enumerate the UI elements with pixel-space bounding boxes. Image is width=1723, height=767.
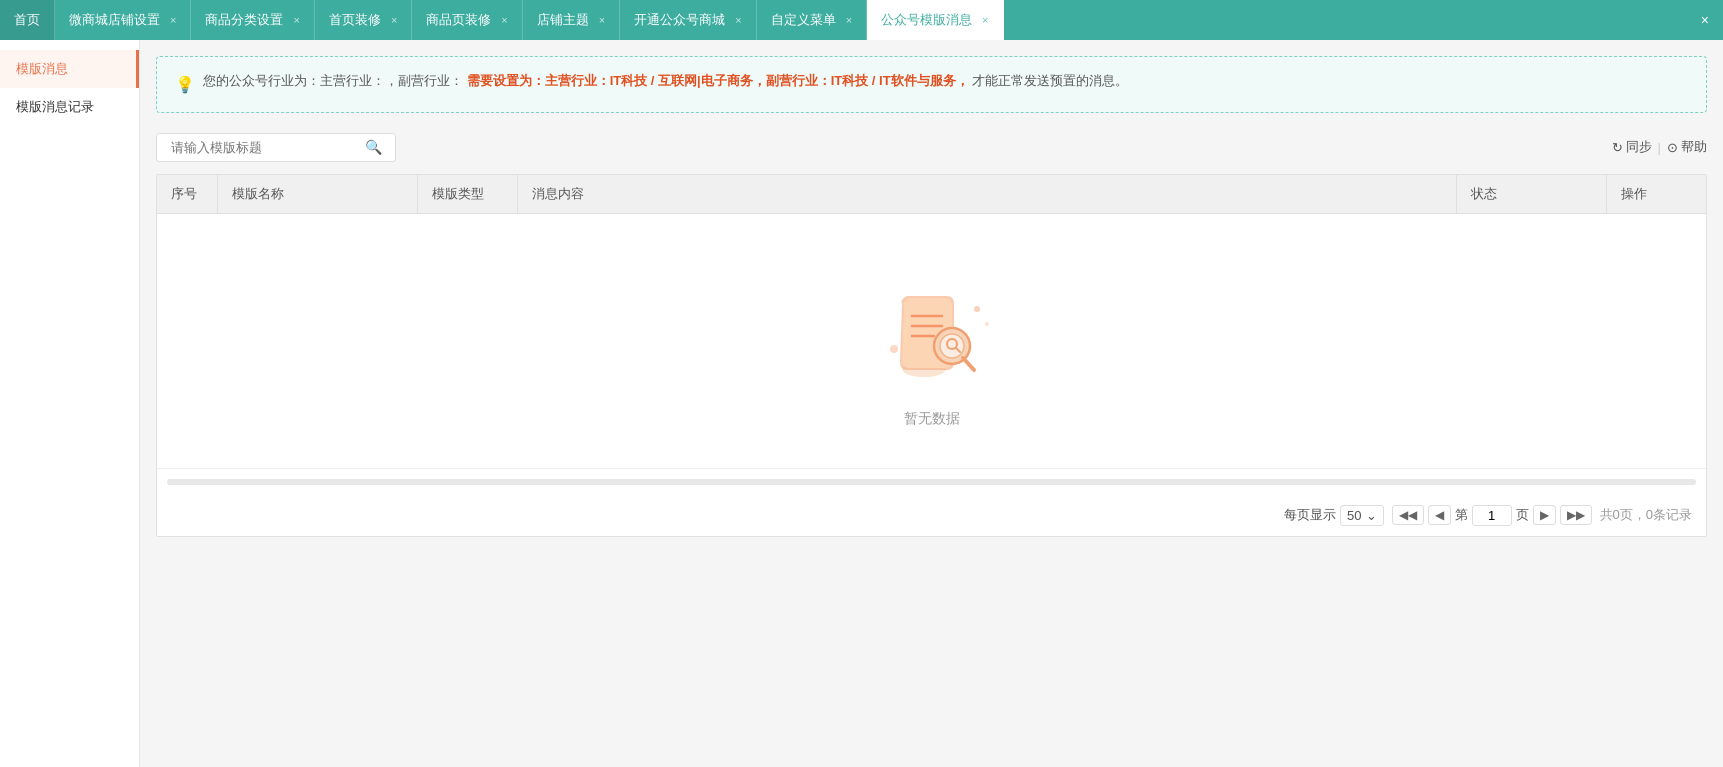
col-header-type: 模版类型 <box>417 175 517 214</box>
sidebar-item-template-msg[interactable]: 模版消息 <box>0 50 139 88</box>
page-next-button[interactable]: ▶ <box>1533 505 1556 525</box>
search-row: 🔍 ↻ 同步 | ⊙ 帮助 <box>156 133 1707 162</box>
col-header-status: 状态 <box>1456 175 1606 214</box>
help-button[interactable]: ⊙ 帮助 <box>1667 138 1707 156</box>
empty-text: 暂无数据 <box>904 410 960 428</box>
content-area: 💡 您的公众号行业为：主营行业：，副营行业： 需要设置为：主营行业：IT科技 /… <box>140 40 1723 767</box>
nav-tab-shop-theme[interactable]: 店铺主题 × <box>523 0 620 40</box>
col-header-name: 模版名称 <box>217 175 417 214</box>
page-total: 共0页，0条记录 <box>1600 506 1692 524</box>
nav-tab-shop-settings[interactable]: 微商城店铺设置 × <box>55 0 191 40</box>
page-number-input[interactable] <box>1472 505 1512 526</box>
data-table-wrapper: 序号 模版名称 模版类型 消息内容 状态 <box>156 174 1707 537</box>
col-header-action: 操作 <box>1606 175 1706 214</box>
col-header-content: 消息内容 <box>517 175 1456 214</box>
nav-tab-custom-menu[interactable]: 自定义菜单 × <box>757 0 867 40</box>
empty-illustration <box>872 274 992 394</box>
nav-tab-home-decor[interactable]: 首页装修 × <box>315 0 412 40</box>
close-tab-wechat-shop[interactable]: × <box>735 14 741 26</box>
actions-divider: | <box>1658 140 1661 155</box>
svg-point-10 <box>985 322 989 326</box>
notice-icon: 💡 <box>175 72 195 98</box>
close-tab-shop-theme[interactable]: × <box>599 14 605 26</box>
close-tab-template-msg[interactable]: × <box>982 14 988 26</box>
page-size-dropdown[interactable]: 50 ⌄ <box>1340 505 1383 526</box>
page-last-button[interactable]: ▶▶ <box>1560 505 1592 525</box>
close-tab-product-decor[interactable]: × <box>501 14 507 26</box>
dropdown-chevron-icon: ⌄ <box>1366 508 1377 523</box>
empty-state: 暂无数据 <box>157 214 1706 468</box>
svg-line-6 <box>963 358 974 370</box>
svg-point-9 <box>974 306 980 312</box>
page-prev-button[interactable]: ◀ <box>1428 505 1451 525</box>
notice-text: 您的公众号行业为：主营行业：，副营行业： 需要设置为：主营行业：IT科技 / 互… <box>203 71 1128 92</box>
search-input-wrap: 🔍 <box>156 133 396 162</box>
col-header-index: 序号 <box>157 175 217 214</box>
page-size-select: 每页显示 50 ⌄ <box>1284 505 1383 526</box>
page-first-button[interactable]: ◀◀ <box>1392 505 1424 525</box>
nav-tab-product-decor[interactable]: 商品页装修 × <box>412 0 522 40</box>
search-input[interactable] <box>165 134 365 161</box>
sync-button[interactable]: ↻ 同步 <box>1612 138 1652 156</box>
page-nav: ◀◀ ◀ 第 页 ▶ ▶▶ <box>1392 505 1592 526</box>
horizontal-scrollbar[interactable] <box>157 468 1706 495</box>
nav-tab-wechat-shop[interactable]: 开通公众号商城 × <box>620 0 756 40</box>
table-header: 序号 模版名称 模版类型 消息内容 状态 <box>157 175 1706 214</box>
notice-box: 💡 您的公众号行业为：主营行业：，副营行业： 需要设置为：主营行业：IT科技 /… <box>156 56 1707 113</box>
main-layout: 模版消息 模版消息记录 💡 您的公众号行业为：主营行业：，副营行业： 需要设置为… <box>0 40 1723 767</box>
sidebar-item-template-msg-record[interactable]: 模版消息记录 <box>0 88 139 126</box>
svg-point-11 <box>890 345 898 353</box>
nav-tab-category[interactable]: 商品分类设置 × <box>191 0 314 40</box>
nav-tab-template-msg[interactable]: 公众号模版消息 × <box>867 0 1003 40</box>
sidebar: 模版消息 模版消息记录 <box>0 40 140 767</box>
scrollbar-track <box>167 479 1696 485</box>
pagination-row: 每页显示 50 ⌄ ◀◀ ◀ 第 页 ▶ ▶▶ 共0页，0条记录 <box>157 495 1706 536</box>
nav-tab-home[interactable]: 首页 <box>0 0 55 40</box>
search-icon[interactable]: 🔍 <box>365 139 382 155</box>
svg-point-5 <box>940 334 964 358</box>
close-tab-shop-settings[interactable]: × <box>170 14 176 26</box>
help-icon: ⊙ <box>1667 140 1678 155</box>
table-body: 暂无数据 <box>157 213 1706 468</box>
sync-icon: ↻ <box>1612 140 1623 155</box>
close-tab-home-decor[interactable]: × <box>391 14 397 26</box>
close-all-tabs[interactable]: × <box>1687 12 1723 28</box>
top-nav: 首页 微商城店铺设置 × 商品分类设置 × 首页装修 × 商品页装修 × 店铺主… <box>0 0 1723 40</box>
close-tab-category[interactable]: × <box>293 14 299 26</box>
data-table: 序号 模版名称 模版类型 消息内容 状态 <box>157 175 1706 468</box>
search-actions: ↻ 同步 | ⊙ 帮助 <box>1612 138 1707 156</box>
close-tab-custom-menu[interactable]: × <box>846 14 852 26</box>
